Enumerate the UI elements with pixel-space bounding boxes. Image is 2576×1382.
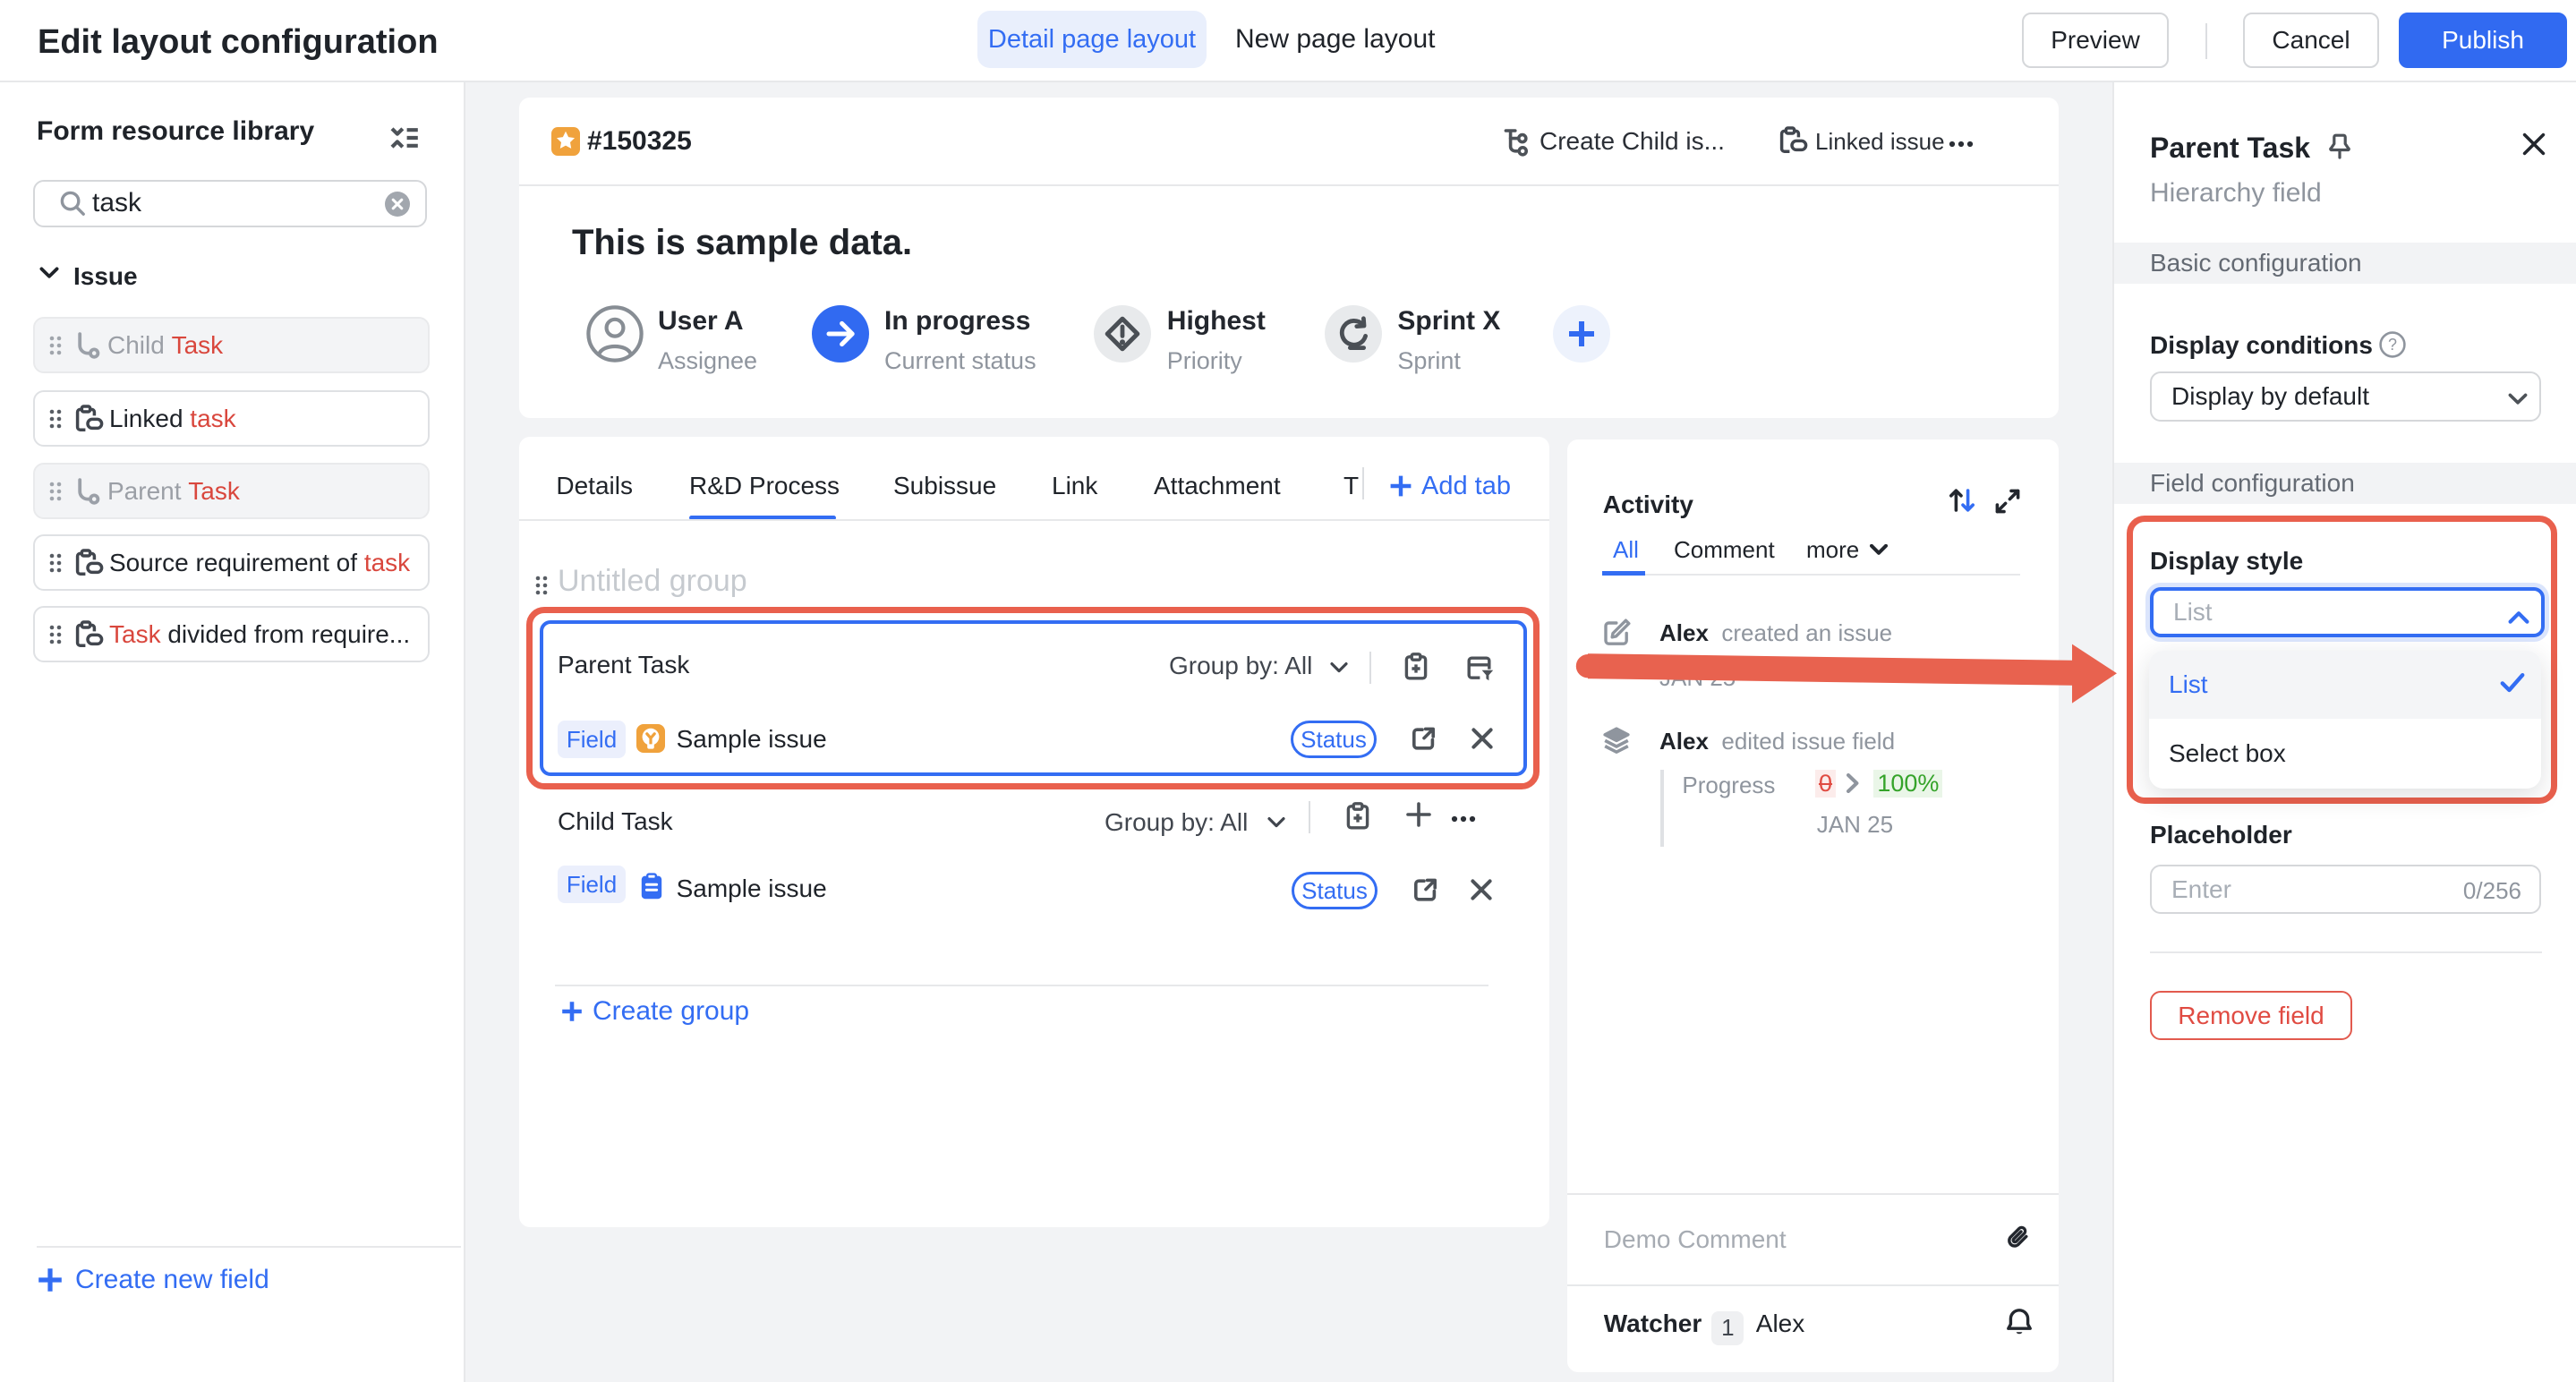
svg-text:?: ?	[2388, 336, 2397, 354]
